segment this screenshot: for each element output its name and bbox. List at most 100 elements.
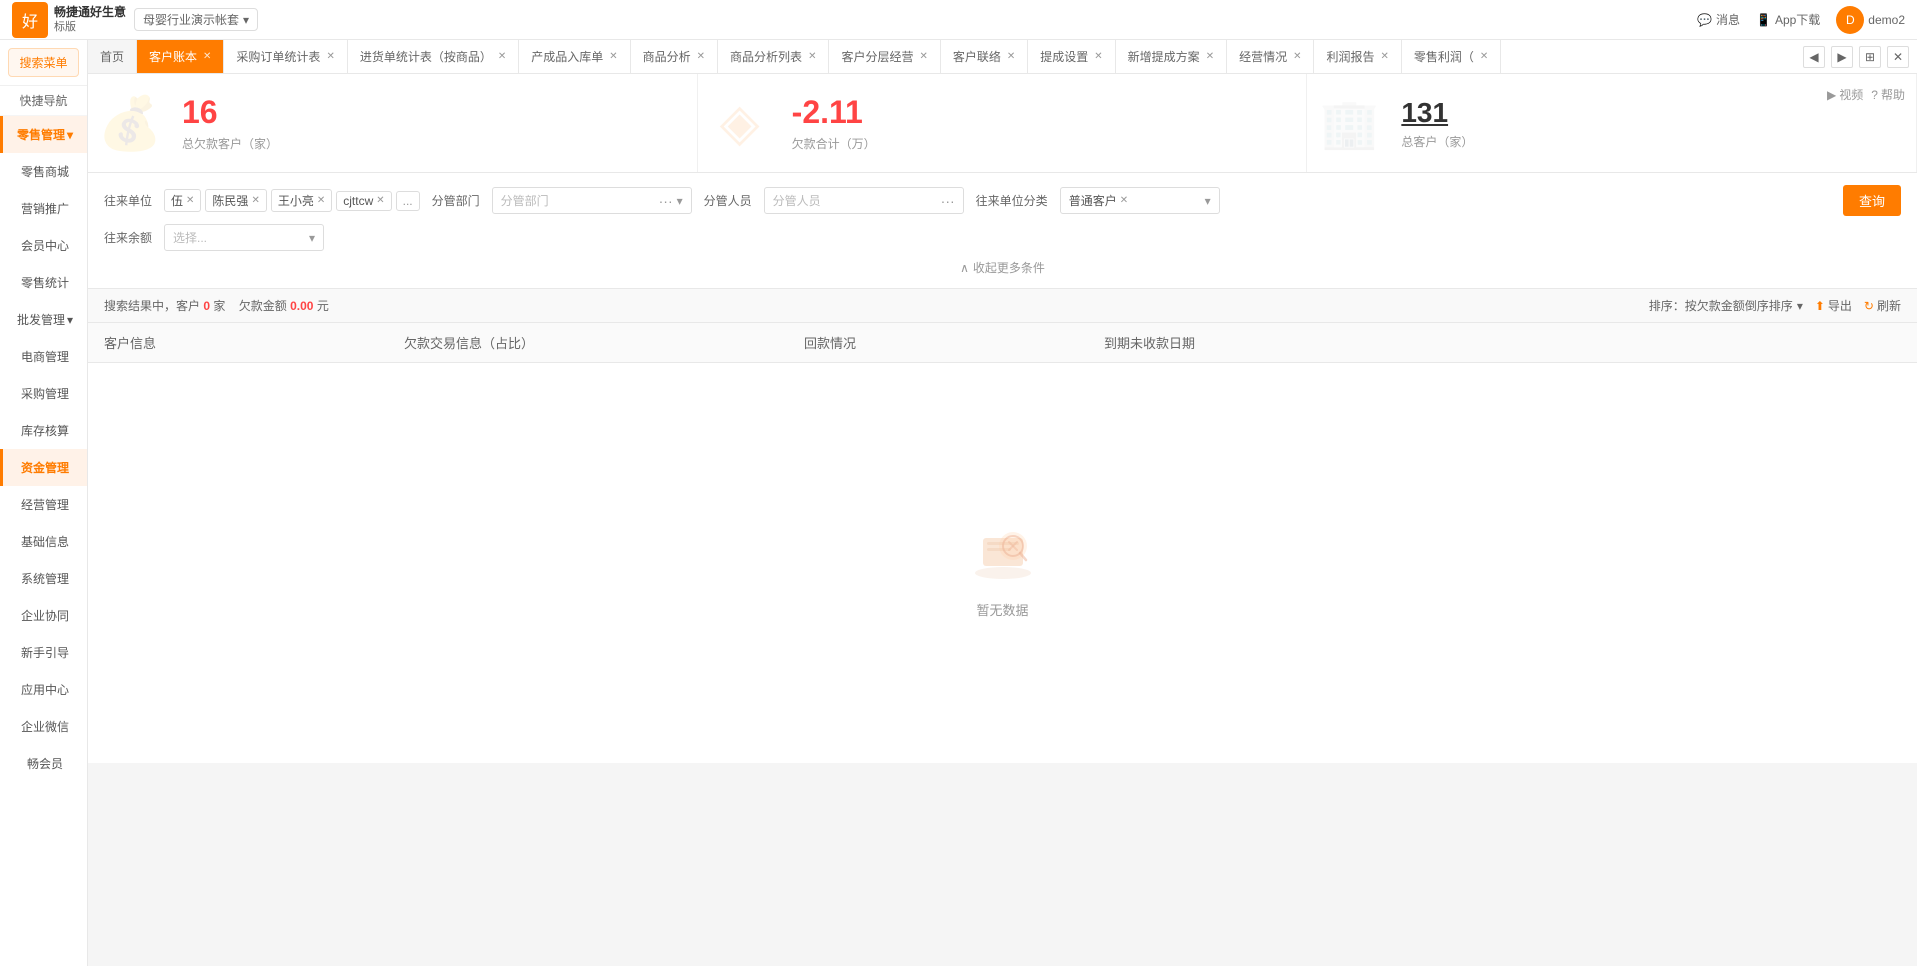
tab-close-profit[interactable]: ✕ [1381, 51, 1389, 62]
collapse-btn[interactable]: ∧ 收起更多条件 [960, 259, 1045, 276]
tab-next-btn[interactable]: ▶ [1831, 46, 1853, 68]
tab-new-promotion[interactable]: 新增提成方案 ✕ [1116, 40, 1227, 73]
sidebar-item-capital[interactable]: 资金管理 [0, 449, 87, 486]
filter-tag-cjttcw: cjttcw ✕ [336, 191, 391, 211]
tab-close-accounts[interactable]: ✕ [203, 51, 211, 62]
refresh-btn[interactable]: ↻ 刷新 [1864, 297, 1901, 314]
play-icon: ▶ [1827, 88, 1836, 102]
tag-wang-close[interactable]: ✕ [317, 195, 325, 206]
tab-accounts[interactable]: 客户账本 ✕ [137, 40, 224, 73]
query-btn[interactable]: 查询 [1843, 185, 1901, 216]
sidebar-item-wechat[interactable]: 企业微信 [0, 708, 87, 745]
tab-customer-contact[interactable]: 客户联络 ✕ [941, 40, 1028, 73]
content-area: 首页 客户账本 ✕ 采购订单统计表 ✕ 进货单统计表（按商品） ✕ 产成品入库单… [88, 40, 1917, 966]
top-bar-right: 💬 消息 📱 App下载 D demo2 [1697, 6, 1905, 34]
tab-close-purchase[interactable]: ✕ [326, 51, 334, 62]
sidebar-item-wholesale[interactable]: 批发管理 ▾ [0, 301, 87, 338]
chevron-down-icon: ▾ [243, 13, 249, 27]
sidebar-item-vip[interactable]: 畅会员 [0, 745, 87, 782]
tab-close-analysis-list[interactable]: ✕ [808, 51, 816, 62]
sidebar-item-retail-stats[interactable]: 零售统计 [0, 264, 87, 301]
stat-card-customers: 💰 16 总欠款客户（家） [88, 74, 698, 172]
tab-retail-profit[interactable]: 零售利润（ ✕ [1402, 40, 1501, 73]
tag-wu-text: 伍 [171, 192, 183, 209]
tab-promotion-settings[interactable]: 提成设置 ✕ [1028, 40, 1115, 73]
tab-product-analysis[interactable]: 商品分析 ✕ [631, 40, 718, 73]
manager-select[interactable]: 分管人员 ··· [764, 187, 964, 214]
user-avatar-btn[interactable]: D demo2 [1836, 6, 1905, 34]
sidebar-item-enterprise[interactable]: 企业协同 [0, 597, 87, 634]
department-select[interactable]: 分管部门 ··· ▾ [492, 187, 692, 214]
sidebar-item-guide[interactable]: 新手引导 [0, 634, 87, 671]
sidebar-item-operations[interactable]: 经营管理 [0, 486, 87, 523]
tab-close-retail-profit[interactable]: ✕ [1480, 51, 1488, 62]
quick-nav-btn[interactable]: 快捷导航 [0, 86, 87, 116]
message-btn[interactable]: 💬 消息 [1697, 11, 1740, 28]
tag-chen-close[interactable]: ✕ [251, 195, 259, 206]
balance-select[interactable]: 选择... ▾ [164, 224, 324, 251]
department-dots[interactable]: ··· [659, 193, 673, 209]
search-menu-btn[interactable]: 搜索菜单 [8, 48, 79, 77]
tab-expand-btn[interactable]: ⊞ [1859, 46, 1881, 68]
filter-tags: 伍 ✕ 陈民强 ✕ 王小亮 ✕ cjttcw ✕ [164, 189, 420, 212]
logo-area: 好 畅捷通好生意 标版 [12, 2, 126, 38]
account-selector[interactable]: 母婴行业演示帐套 ▾ [134, 8, 258, 31]
tab-inbound-stats[interactable]: 进货单统计表（按商品） ✕ [348, 40, 519, 73]
manager-dots[interactable]: ··· [941, 193, 955, 209]
tab-prev-btn[interactable]: ◀ [1803, 46, 1825, 68]
sort-select[interactable]: 排序：按欠款金额倒序排序 ▾ [1649, 297, 1803, 314]
sidebar-item-inventory[interactable]: 库存核算 [0, 412, 87, 449]
category-select[interactable]: 普通客户 ✕ ▾ [1060, 187, 1220, 214]
sidebar-item-basic[interactable]: 基础信息 [0, 523, 87, 560]
tab-product-analysis-list[interactable]: 商品分析列表 ✕ [718, 40, 829, 73]
sidebar-item-ecommerce[interactable]: 电商管理 [0, 338, 87, 375]
sidebar-item-member[interactable]: 会员中心 [0, 227, 87, 264]
tab-home[interactable]: 首页 [88, 40, 137, 73]
tab-product-inbound[interactable]: 产成品入库单 ✕ [519, 40, 630, 73]
export-btn[interactable]: ⬆ 导出 [1815, 297, 1852, 314]
tab-close-all-btn[interactable]: ✕ [1887, 46, 1909, 68]
tab-close-contact[interactable]: ✕ [1007, 51, 1015, 62]
tab-close-product[interactable]: ✕ [609, 51, 617, 62]
tabs-controls: ◀ ▶ ⊞ ✕ [1795, 46, 1917, 68]
avatar: D [1836, 6, 1864, 34]
sidebar-item-app-center[interactable]: 应用中心 [0, 671, 87, 708]
manager-placeholder: 分管人员 [773, 192, 821, 209]
balance-chevron: ▾ [309, 231, 315, 245]
customers-icon: 💰 [100, 93, 160, 153]
tab-purchase-orders[interactable]: 采购订单统计表 ✕ [224, 40, 347, 73]
manager-label: 分管人员 [704, 192, 752, 209]
tab-close-promo-settings[interactable]: ✕ [1094, 51, 1102, 62]
tab-close-new-promo[interactable]: ✕ [1206, 51, 1214, 62]
app-download-btn[interactable]: 📱 App下载 [1756, 11, 1820, 28]
tag-cjttcw-close[interactable]: ✕ [376, 195, 384, 206]
tab-close-inbound[interactable]: ✕ [498, 51, 506, 62]
message-icon: 💬 [1697, 13, 1712, 27]
filter-tag-more[interactable]: ... [396, 191, 420, 211]
tab-close-ops[interactable]: ✕ [1293, 51, 1301, 62]
tag-wu-close[interactable]: ✕ [186, 195, 194, 206]
col-debt-info: 欠款交易信息（占比） [404, 333, 804, 352]
tab-close-analysis[interactable]: ✕ [697, 51, 705, 62]
tab-operations[interactable]: 经营情况 ✕ [1227, 40, 1314, 73]
unit-label: 往来单位 [104, 192, 152, 209]
search-result-bar: 搜索结果中，客户 0 家 欠款金额 0.00 元 排序：按欠款金额倒序排序 ▾ [88, 289, 1917, 323]
tab-customer-segment[interactable]: 客户分层经营 ✕ [829, 40, 940, 73]
overdue-amount-label: 欠款合计（万） [792, 135, 876, 152]
sidebar-item-system[interactable]: 系统管理 [0, 560, 87, 597]
tab-close-segment[interactable]: ✕ [919, 51, 927, 62]
category-tag-close[interactable]: ✕ [1120, 195, 1128, 206]
video-btn[interactable]: ▶ 视频 [1827, 86, 1863, 103]
sidebar-item-marketing[interactable]: 营销推广 [0, 190, 87, 227]
sort-label: 排序：按欠款金额倒序排序 [1649, 297, 1793, 314]
table-header: 客户信息 欠款交易信息（占比） 回款情况 到期未收款日期 [88, 323, 1917, 363]
sidebar-item-retail[interactable]: 零售管理 ▾ [0, 116, 87, 153]
logo-icon: 好 [12, 2, 48, 38]
sidebar-item-procurement[interactable]: 采购管理 [0, 375, 87, 412]
tab-profit[interactable]: 利润报告 ✕ [1314, 40, 1401, 73]
total-customers-label: 总客户（家） [1401, 133, 1473, 150]
help-btn[interactable]: ? 帮助 [1871, 86, 1905, 103]
page-content: 💰 16 总欠款客户（家） ◈ -2.11 欠款合计（万） 🏢 [88, 74, 1917, 966]
chevron-icon: ▾ [67, 128, 73, 142]
sidebar-item-retail-mall[interactable]: 零售商城 [0, 153, 87, 190]
